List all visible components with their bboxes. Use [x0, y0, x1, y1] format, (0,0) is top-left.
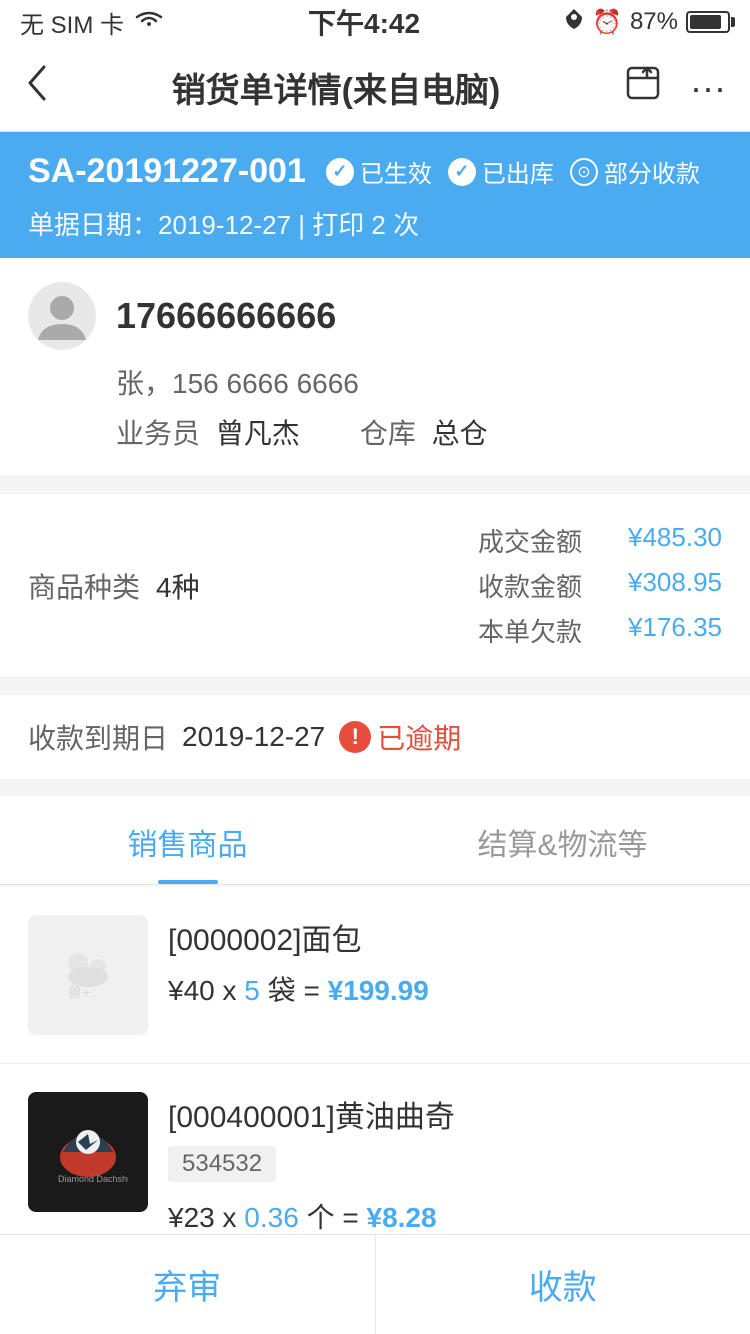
- tab-settlement[interactable]: 结算&物流等: [375, 796, 750, 884]
- nav-actions: ···: [624, 64, 726, 111]
- customer-contact: 张，156 6666 6666: [28, 362, 722, 402]
- order-date-print: 单据日期：2019-12-27 | 打印 2 次: [28, 205, 722, 242]
- amount-value: ¥485.30: [602, 522, 722, 559]
- status-bar: 无 SIM 卡 下午4:42 ⏰ 87%: [0, 0, 750, 44]
- reject-button[interactable]: 弃审: [0, 1235, 376, 1334]
- nav-bar: 销货单详情(来自电脑) ···: [0, 44, 750, 132]
- badge-effective: ✓ 已生效: [326, 154, 432, 189]
- due-label: 收款到期日: [28, 717, 168, 757]
- status-carrier: 无 SIM 卡: [20, 5, 164, 40]
- collect-button[interactable]: 收款: [376, 1235, 750, 1334]
- overdue-text: 已逾期: [377, 717, 461, 757]
- product-name-1: [0000002]面包: [168, 915, 722, 959]
- tab-products[interactable]: 销售商品: [0, 796, 375, 884]
- product-price-1: ¥40 x 5 袋 = ¥199.99: [168, 969, 722, 1009]
- status-badges: ✓ 已生效 ✓ 已出库 ⊙ 部分收款: [326, 154, 700, 189]
- staff-label: 业务员: [116, 418, 200, 449]
- badge-partial: ⊙ 部分收款: [570, 154, 700, 189]
- product-sku: 534532: [168, 1146, 276, 1182]
- due-section: 收款到期日 2019-12-27 ! 已逾期: [0, 694, 750, 780]
- header-banner: SA-20191227-001 ✓ 已生效 ✓ 已出库 ⊙ 部分收款 单据日期：…: [0, 132, 750, 258]
- customer-phone: 17666666666: [116, 295, 336, 337]
- due-date: 2019-12-27: [182, 721, 325, 753]
- amount-label: 成交金额: [478, 522, 582, 559]
- battery-icon: [686, 11, 730, 33]
- carrier-text: 无 SIM 卡: [20, 5, 124, 40]
- tabs-section: 销售商品 结算&物流等: [0, 796, 750, 885]
- product-item: 兽+ [0000002]面包 ¥40 x 5 袋 = ¥199.99: [0, 887, 750, 1064]
- location-icon: [564, 7, 584, 38]
- staff-name: 曾凡杰: [216, 418, 300, 449]
- type-count: 4种: [156, 566, 200, 606]
- product-name-2: [000400001]黄油曲奇: [168, 1092, 722, 1136]
- warehouse-label: 仓库: [360, 418, 416, 449]
- check-icon-1: ✓: [326, 158, 354, 186]
- more-icon[interactable]: ···: [690, 67, 726, 109]
- received-value: ¥308.95: [602, 567, 722, 604]
- order-id: SA-20191227-001: [28, 152, 306, 191]
- warehouse-name: 总仓: [432, 418, 488, 449]
- avatar: [28, 282, 96, 350]
- products-section: 兽+ [0000002]面包 ¥40 x 5 袋 = ¥199.99 Diamo: [0, 887, 750, 1265]
- alarm-icon: ⏰: [592, 8, 622, 37]
- product-info-1: [0000002]面包 ¥40 x 5 袋 = ¥199.99: [168, 915, 722, 1009]
- check-icon-2: ✓: [448, 158, 476, 186]
- product-thumb-2: Diamond Dachshund: [28, 1092, 148, 1212]
- svg-text:兽+: 兽+: [68, 984, 90, 1000]
- page-title: 销货单详情(来自电脑): [172, 63, 501, 112]
- amounts: 成交金额 ¥485.30 收款金额 ¥308.95 本单欠款 ¥176.35: [478, 522, 722, 649]
- badge-shipped: ✓ 已出库: [448, 154, 554, 189]
- battery-text: 87%: [630, 8, 678, 36]
- product-type: 商品种类 4种: [28, 566, 200, 606]
- status-time: 下午4:42: [308, 2, 420, 42]
- owed-label: 本单欠款: [478, 612, 582, 649]
- overdue-badge: ! 已逾期: [339, 717, 461, 757]
- received-label: 收款金额: [478, 567, 582, 604]
- owed-value: ¥176.35: [602, 612, 722, 649]
- back-button[interactable]: [24, 63, 48, 112]
- clock-icon: ⊙: [570, 158, 598, 186]
- staff-row: 业务员 曾凡杰 仓库 总仓: [28, 412, 722, 452]
- product-thumb-1: 兽+: [28, 915, 148, 1035]
- customer-section: 17666666666 张，156 6666 6666 业务员 曾凡杰 仓库 总…: [0, 258, 750, 477]
- summary-section: 商品种类 4种 成交金额 ¥485.30 收款金额 ¥308.95 本单欠款 ¥…: [0, 493, 750, 678]
- product-price-2: ¥23 x 0.36 个 = ¥8.28: [168, 1196, 722, 1236]
- share-icon[interactable]: [624, 64, 662, 111]
- svg-text:Diamond Dachshund: Diamond Dachshund: [58, 1174, 128, 1184]
- overdue-icon: !: [339, 721, 371, 753]
- bottom-bar: 弃审 收款: [0, 1234, 750, 1334]
- status-right: ⏰ 87%: [564, 7, 730, 38]
- wifi-icon: [134, 8, 164, 37]
- type-label: 商品种类: [28, 566, 140, 606]
- product-info-2: [000400001]黄油曲奇 534532 ¥23 x 0.36 个 = ¥8…: [168, 1092, 722, 1236]
